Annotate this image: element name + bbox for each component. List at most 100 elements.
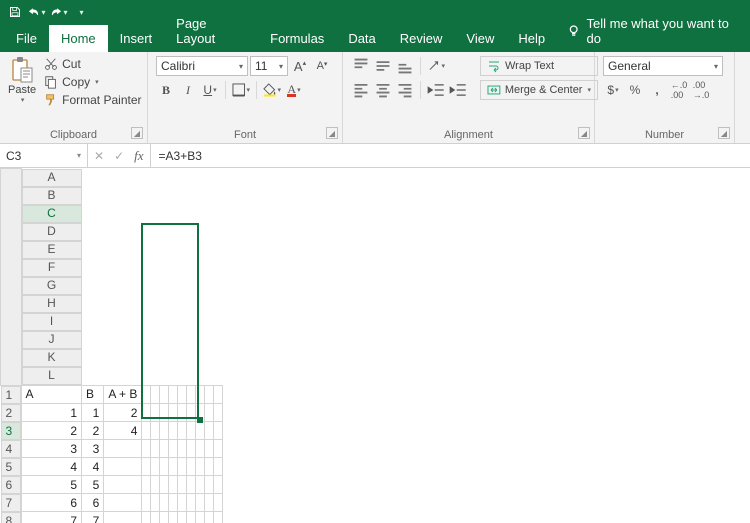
cell-L6[interactable] bbox=[214, 476, 223, 494]
font-name-combo[interactable]: Calibri▾ bbox=[156, 56, 248, 76]
row-header-5[interactable]: 5 bbox=[1, 458, 21, 476]
cell-G7[interactable] bbox=[169, 494, 178, 512]
column-header-A[interactable]: A bbox=[22, 169, 82, 187]
row-header-1[interactable]: 1 bbox=[1, 386, 21, 404]
cell-A3[interactable]: 2 bbox=[21, 422, 82, 440]
cell-H5[interactable] bbox=[178, 458, 187, 476]
tab-home[interactable]: Home bbox=[49, 25, 108, 52]
cell-D8[interactable] bbox=[142, 512, 151, 523]
insert-function-icon[interactable]: fx bbox=[134, 148, 143, 164]
redo-icon[interactable]: ▾ bbox=[48, 1, 70, 23]
cell-D4[interactable] bbox=[142, 440, 151, 458]
select-all-corner[interactable] bbox=[1, 169, 22, 386]
column-header-J[interactable]: J bbox=[22, 331, 82, 349]
cancel-formula-icon[interactable]: ✕ bbox=[94, 149, 104, 163]
decrease-indent-icon[interactable] bbox=[426, 80, 446, 100]
name-box[interactable]: C3▾ bbox=[0, 144, 88, 167]
cell-F3[interactable] bbox=[160, 422, 169, 440]
cell-I7[interactable] bbox=[187, 494, 196, 512]
cell-H4[interactable] bbox=[178, 440, 187, 458]
column-header-I[interactable]: I bbox=[22, 313, 82, 331]
column-header-E[interactable]: E bbox=[22, 241, 82, 259]
cell-B3[interactable]: 2 bbox=[82, 422, 104, 440]
decrease-decimal-icon[interactable]: .00→.0 bbox=[691, 80, 711, 100]
cell-J2[interactable] bbox=[196, 404, 205, 422]
align-left-icon[interactable] bbox=[351, 80, 371, 100]
percent-format-icon[interactable]: % bbox=[625, 80, 645, 100]
accounting-format-icon[interactable]: $▾ bbox=[603, 80, 623, 100]
row-header-8[interactable]: 8 bbox=[1, 512, 21, 523]
cell-J4[interactable] bbox=[196, 440, 205, 458]
tell-me-search[interactable]: Tell me what you want to do bbox=[557, 10, 750, 52]
align-bottom-icon[interactable] bbox=[395, 56, 415, 76]
underline-button[interactable]: U▾ bbox=[200, 80, 220, 100]
font-launcher-icon[interactable]: ◢ bbox=[326, 127, 338, 139]
align-center-icon[interactable] bbox=[373, 80, 393, 100]
cell-C2[interactable]: 2 bbox=[104, 404, 142, 422]
column-header-L[interactable]: L bbox=[22, 367, 82, 385]
cell-E3[interactable] bbox=[151, 422, 160, 440]
undo-icon[interactable]: ▾ bbox=[26, 1, 48, 23]
row-header-2[interactable]: 2 bbox=[1, 404, 21, 422]
cell-F7[interactable] bbox=[160, 494, 169, 512]
cell-F4[interactable] bbox=[160, 440, 169, 458]
clipboard-launcher-icon[interactable]: ◢ bbox=[131, 127, 143, 139]
cell-H3[interactable] bbox=[178, 422, 187, 440]
cell-B2[interactable]: 1 bbox=[82, 404, 104, 422]
cell-J6[interactable] bbox=[196, 476, 205, 494]
increase-indent-icon[interactable] bbox=[448, 80, 468, 100]
cell-E6[interactable] bbox=[151, 476, 160, 494]
cell-C3[interactable]: 4 bbox=[104, 422, 142, 440]
copy-button[interactable]: Copy▾ bbox=[42, 74, 143, 90]
column-header-B[interactable]: B bbox=[22, 187, 82, 205]
cell-G6[interactable] bbox=[169, 476, 178, 494]
tab-page-layout[interactable]: Page Layout bbox=[164, 10, 258, 52]
cell-E4[interactable] bbox=[151, 440, 160, 458]
cell-H2[interactable] bbox=[178, 404, 187, 422]
cell-H6[interactable] bbox=[178, 476, 187, 494]
column-header-K[interactable]: K bbox=[22, 349, 82, 367]
italic-button[interactable]: I bbox=[178, 80, 198, 100]
row-header-4[interactable]: 4 bbox=[1, 440, 21, 458]
cell-C5[interactable] bbox=[104, 458, 142, 476]
cell-B5[interactable]: 4 bbox=[82, 458, 104, 476]
tab-view[interactable]: View bbox=[454, 25, 506, 52]
cell-L2[interactable] bbox=[214, 404, 223, 422]
tab-data[interactable]: Data bbox=[336, 25, 387, 52]
cell-A2[interactable]: 1 bbox=[21, 404, 82, 422]
cell-I4[interactable] bbox=[187, 440, 196, 458]
formula-input[interactable]: =A3+B3 bbox=[151, 144, 750, 167]
cell-G1[interactable] bbox=[169, 385, 178, 404]
cell-D5[interactable] bbox=[142, 458, 151, 476]
tab-formulas[interactable]: Formulas bbox=[258, 25, 336, 52]
column-header-D[interactable]: D bbox=[22, 223, 82, 241]
cell-G5[interactable] bbox=[169, 458, 178, 476]
tab-insert[interactable]: Insert bbox=[108, 25, 165, 52]
increase-font-icon[interactable]: A▴ bbox=[290, 56, 310, 76]
cell-J3[interactable] bbox=[196, 422, 205, 440]
cell-L3[interactable] bbox=[214, 422, 223, 440]
align-top-icon[interactable] bbox=[351, 56, 371, 76]
enter-formula-icon[interactable]: ✓ bbox=[114, 149, 124, 163]
wrap-text-button[interactable]: Wrap Text bbox=[480, 56, 598, 76]
align-middle-icon[interactable] bbox=[373, 56, 393, 76]
merge-center-button[interactable]: Merge & Center▾ bbox=[480, 80, 598, 100]
tab-review[interactable]: Review bbox=[388, 25, 455, 52]
cell-I8[interactable] bbox=[187, 512, 196, 523]
column-header-G[interactable]: G bbox=[22, 277, 82, 295]
font-size-combo[interactable]: 11▾ bbox=[250, 56, 288, 76]
cell-E2[interactable] bbox=[151, 404, 160, 422]
cell-L4[interactable] bbox=[214, 440, 223, 458]
cell-I1[interactable] bbox=[187, 385, 196, 404]
cell-I6[interactable] bbox=[187, 476, 196, 494]
alignment-launcher-icon[interactable]: ◢ bbox=[578, 127, 590, 139]
cell-K6[interactable] bbox=[205, 476, 214, 494]
cell-K4[interactable] bbox=[205, 440, 214, 458]
cell-K3[interactable] bbox=[205, 422, 214, 440]
decrease-font-icon[interactable]: A▾ bbox=[312, 56, 332, 76]
tab-file[interactable]: File bbox=[4, 25, 49, 52]
cell-F2[interactable] bbox=[160, 404, 169, 422]
cell-D1[interactable] bbox=[142, 385, 151, 404]
row-header-6[interactable]: 6 bbox=[1, 476, 21, 494]
cell-F5[interactable] bbox=[160, 458, 169, 476]
